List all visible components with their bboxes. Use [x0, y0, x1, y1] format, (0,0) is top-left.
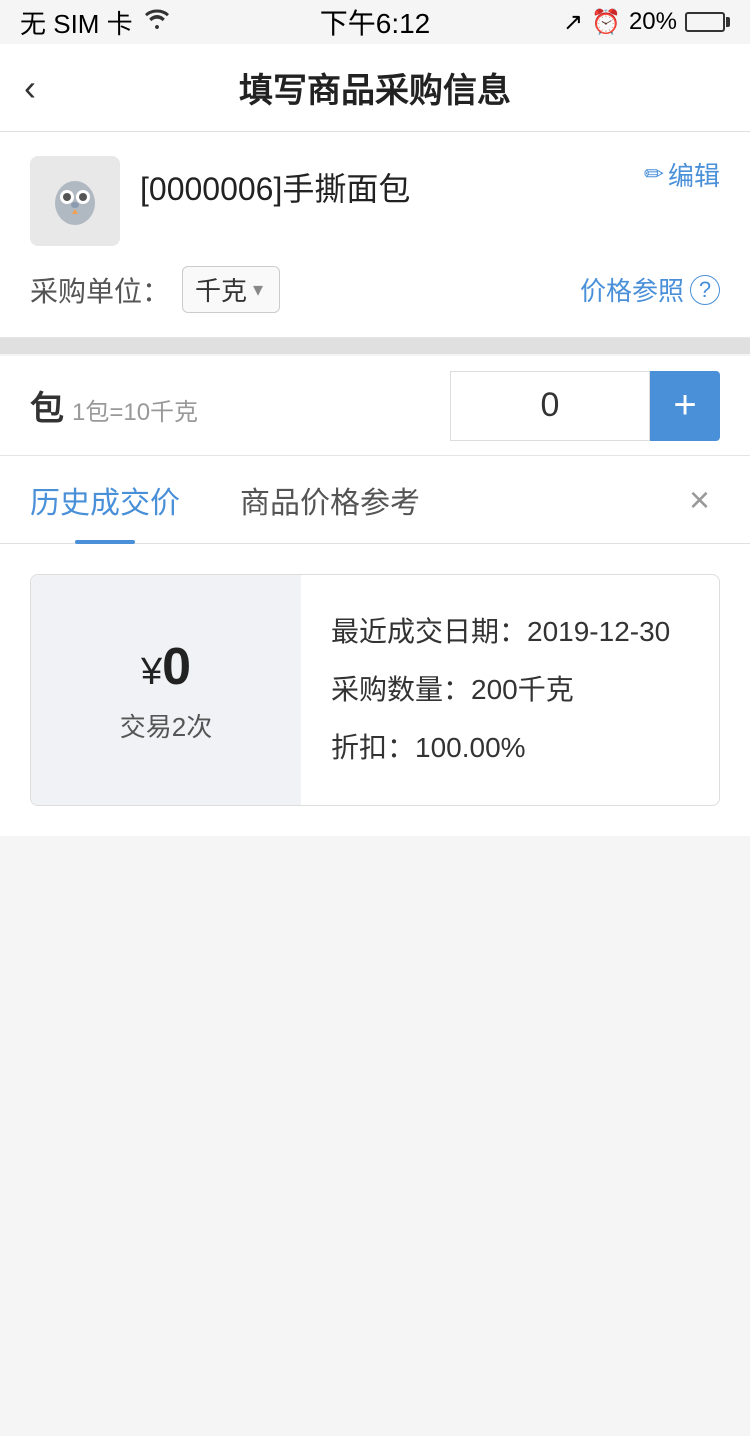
unit-label: 采购单位： [30, 270, 170, 310]
close-button[interactable]: × [679, 469, 720, 531]
pencil-icon: ✏ [644, 160, 664, 189]
question-icon: ? [690, 275, 720, 305]
status-right: ↗ ⏰ 20% [563, 8, 730, 37]
history-price-block: ¥0 交易2次 [31, 575, 301, 805]
tab-product-price-ref[interactable]: 商品价格参考 [240, 456, 420, 544]
location-icon: ↗ [563, 8, 583, 37]
tab-history-price[interactable]: 历史成交价 [30, 456, 180, 544]
battery-icon [685, 12, 730, 32]
detail-discount-label: 折扣： [331, 732, 415, 763]
tabs-container: 历史成交价 商品价格参考 × [0, 456, 750, 544]
quantity-input-group: 0 + [450, 371, 720, 441]
history-trades: 交易2次 [120, 707, 212, 744]
detail-date-row: 最近成交日期：2019-12-30 [331, 611, 689, 653]
detail-qty-row: 采购数量：200千克 [331, 669, 689, 711]
edit-button[interactable]: ✏ 编辑 [644, 156, 720, 193]
detail-date-value: 2019-12-30 [527, 616, 670, 647]
quantity-section: 包 1包=10千克 0 + [0, 356, 750, 456]
status-left: 无 SIM 卡 [20, 4, 173, 41]
divider [0, 338, 750, 354]
unit-select[interactable]: 千克 ▾ [182, 266, 280, 313]
history-card: ¥0 交易2次 最近成交日期：2019-12-30 采购数量：200千克 折扣：… [30, 574, 720, 806]
product-image [30, 156, 120, 246]
unit-row: 采购单位： 千克 ▾ [30, 266, 280, 313]
tab-underline [75, 540, 135, 544]
dropdown-arrow-icon: ▾ [253, 277, 263, 302]
detail-discount-row: 折扣：100.00% [331, 727, 689, 769]
history-section: ¥0 交易2次 最近成交日期：2019-12-30 采购数量：200千克 折扣：… [0, 544, 750, 836]
detail-qty-value: 200千克 [471, 674, 574, 705]
detail-qty-label: 采购数量： [331, 674, 471, 705]
carrier-text: 无 SIM 卡 [20, 4, 133, 41]
battery-percent: 20% [629, 8, 677, 36]
price-ref-button[interactable]: 价格参照 ? [580, 271, 720, 308]
tabs-left: 历史成交价 商品价格参考 [30, 456, 420, 544]
qty-unit-big: 包 [30, 381, 64, 430]
history-price: ¥0 [141, 637, 191, 697]
quantity-display[interactable]: 0 [450, 371, 650, 441]
quantity-plus-button[interactable]: + [650, 371, 720, 441]
bottom-area [0, 836, 750, 1436]
yen-symbol: ¥ [141, 651, 162, 693]
detail-date-label: 最近成交日期： [331, 616, 527, 647]
detail-discount-value: 100.00% [415, 732, 526, 763]
product-name: [0000006]手撕面包 [140, 156, 410, 210]
history-detail-block: 最近成交日期：2019-12-30 采购数量：200千克 折扣：100.00% [301, 575, 719, 805]
back-button[interactable]: ‹ [24, 67, 36, 109]
qty-unit-small: 1包=10千克 [72, 392, 198, 427]
header: ‹ 填写商品采购信息 [0, 44, 750, 132]
product-card: [0000006]手撕面包 ✏ 编辑 采购单位： 千克 ▾ 价格参照 ? [0, 132, 750, 338]
wifi-icon [141, 7, 173, 38]
page-title: 填写商品采购信息 [239, 63, 511, 112]
quantity-label: 包 1包=10千克 [30, 381, 198, 430]
alarm-icon: ⏰ [591, 8, 621, 37]
status-time: 下午6:12 [320, 2, 431, 42]
status-bar: 无 SIM 卡 下午6:12 ↗ ⏰ 20% [0, 0, 750, 44]
